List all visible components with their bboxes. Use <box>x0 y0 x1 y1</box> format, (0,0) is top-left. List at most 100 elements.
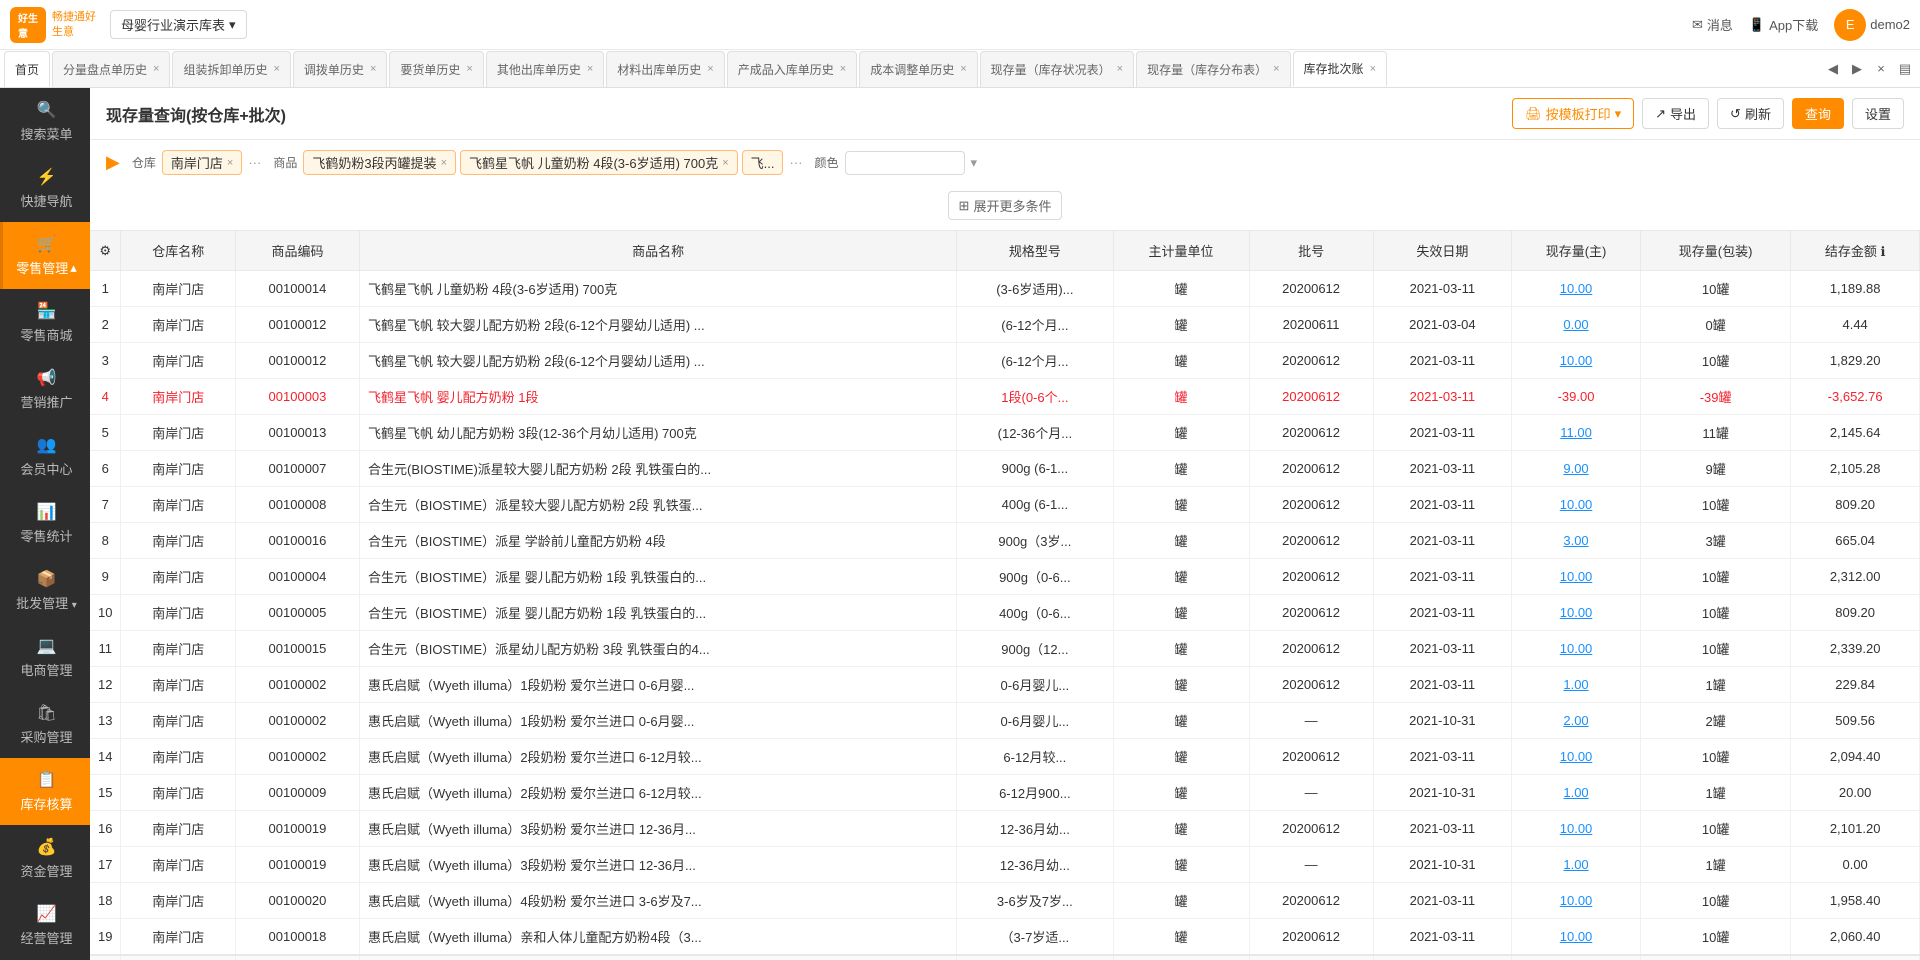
tab-6[interactable]: 材料出库单历史 × <box>606 51 724 87</box>
row-qty-main[interactable]: 10.00 <box>1512 883 1641 919</box>
tab-close-1[interactable]: × <box>153 63 159 75</box>
row-amount: 1,958.40 <box>1791 883 1920 919</box>
tab-close-10[interactable]: × <box>1273 63 1279 75</box>
tab-8[interactable]: 成本调整单历史 × <box>859 51 977 87</box>
sidebar-item-inventory[interactable]: 📋 库存核算 <box>0 758 90 825</box>
tab-4[interactable]: 要货单历史 × <box>389 51 483 87</box>
sidebar-item-ecommerce[interactable]: 💻 电商管理 <box>0 624 90 691</box>
row-qty-main[interactable]: 10.00 <box>1512 739 1641 775</box>
row-qty-main[interactable]: 1.00 <box>1512 847 1641 883</box>
sidebar-item-retail-stats[interactable]: 📊 零售统计 <box>0 490 90 557</box>
row-qty-main[interactable]: 0.00 <box>1512 307 1641 343</box>
row-batch: 20200612 <box>1249 487 1373 523</box>
tab-close-7[interactable]: × <box>840 63 846 75</box>
export-button[interactable]: ↗ 导出 <box>1642 98 1709 129</box>
color-input[interactable] <box>845 151 965 175</box>
user-menu[interactable]: E demo2 <box>1834 9 1910 41</box>
col-unit: 主计量单位 <box>1113 231 1249 271</box>
row-qty-main[interactable]: 10.00 <box>1512 595 1641 631</box>
tab-1[interactable]: 分量盘点单历史 × <box>52 51 170 87</box>
tab-menu-button[interactable]: ▤ <box>1894 58 1916 80</box>
app-download-button[interactable]: 📱 App下载 <box>1749 15 1818 34</box>
product-tag-2-remove[interactable]: × <box>722 157 728 169</box>
product-tag-1-text: 飞鹤奶粉3段丙罐提装 <box>312 153 436 172</box>
row-qty-main[interactable]: 10.00 <box>1512 811 1641 847</box>
sidebar-item-retail-shop[interactable]: 🏪 零售商城 <box>0 289 90 356</box>
tab-3[interactable]: 调拨单历史 × <box>293 51 387 87</box>
query-button[interactable]: 查询 <box>1792 98 1844 129</box>
sidebar-item-search[interactable]: 🔍 搜索菜单 <box>0 88 90 155</box>
col-qty-main: 现存量(主) <box>1512 231 1641 271</box>
tab-prev-button[interactable]: ◀ <box>1822 58 1844 80</box>
product-tag-1-remove[interactable]: × <box>441 157 447 169</box>
row-qty-pkg: 10罐 <box>1640 487 1790 523</box>
row-name: 合生元(BIOSTIME)派星较大婴儿配方奶粉 2段 乳铁蛋白的... <box>360 451 957 487</box>
store-selector[interactable]: 母婴行业演示库表 ▾ <box>110 10 247 39</box>
tab-close-3[interactable]: × <box>370 63 376 75</box>
warehouse-tag-remove[interactable]: × <box>227 157 233 169</box>
tab-10[interactable]: 现存量（库存分布表） × <box>1136 51 1290 87</box>
expand-arrow-icon[interactable]: ▶ <box>106 152 120 173</box>
row-unit: 罐 <box>1113 415 1249 451</box>
row-qty-main[interactable]: 10.00 <box>1512 343 1641 379</box>
print-button[interactable]: 🖨 按模板打印 ▾ <box>1512 98 1634 129</box>
row-batch: 20200612 <box>1249 559 1373 595</box>
tab-9[interactable]: 现存量（库存状况表） × <box>980 51 1134 87</box>
tab-close-all-button[interactable]: × <box>1870 58 1892 80</box>
row-qty-main[interactable]: 10.00 <box>1512 631 1641 667</box>
sidebar-item-ops[interactable]: 📈 经营管理 <box>0 892 90 959</box>
sidebar-item-wholesale[interactable]: 📦 批发管理 ▾ <box>0 557 90 624</box>
tab-close-2[interactable]: × <box>273 63 279 75</box>
tab-7[interactable]: 产成品入库单历史 × <box>727 51 857 87</box>
sidebar-item-nav[interactable]: ⚡ 快捷导航 <box>0 155 90 222</box>
message-button[interactable]: ✉ 消息 <box>1692 15 1733 34</box>
row-code: 00100016 <box>235 523 359 559</box>
sidebar-item-marketing[interactable]: 📢 营销推广 <box>0 356 90 423</box>
tab-home[interactable]: 首页 <box>4 51 50 87</box>
tab-11[interactable]: 库存批次账 × <box>1293 51 1387 87</box>
tab-close-4[interactable]: × <box>466 63 472 75</box>
summary-qty-main: 126.00 <box>1512 955 1641 960</box>
sidebar-item-retail-mgmt[interactable]: 🛒 零售管理 ▴ <box>0 222 90 289</box>
expand-conditions-button[interactable]: ⊞ 展开更多条件 <box>948 191 1063 220</box>
row-qty-main[interactable]: 10.00 <box>1512 487 1641 523</box>
row-qty-main[interactable]: 10.00 <box>1512 271 1641 307</box>
tab-close-6[interactable]: × <box>707 63 713 75</box>
purchase-icon: 🛍 <box>36 703 56 723</box>
row-qty-pkg: 10罐 <box>1640 271 1790 307</box>
row-no: 4 <box>90 379 121 415</box>
row-qty-main[interactable]: 10.00 <box>1512 559 1641 595</box>
row-qty-main[interactable]: 9.00 <box>1512 451 1641 487</box>
settings-button[interactable]: 设置 <box>1852 98 1904 129</box>
row-qty-main[interactable]: 2.00 <box>1512 703 1641 739</box>
row-qty-main[interactable]: 10.00 <box>1512 919 1641 956</box>
tab-close-11[interactable]: × <box>1370 63 1376 75</box>
sidebar-item-member[interactable]: 👥 会员中心 <box>0 423 90 490</box>
row-no: 11 <box>90 631 121 667</box>
row-qty-main[interactable]: 3.00 <box>1512 523 1641 559</box>
row-amount: 2,105.28 <box>1791 451 1920 487</box>
row-spec: 1段(0-6个... <box>957 379 1113 415</box>
row-amount: 2,094.40 <box>1791 739 1920 775</box>
row-qty-main[interactable]: -39.00 <box>1512 379 1641 415</box>
row-batch: 20200612 <box>1249 811 1373 847</box>
tab-close-5[interactable]: × <box>587 63 593 75</box>
tab-5[interactable]: 其他出库单历史 × <box>486 51 604 87</box>
row-qty-main[interactable]: 1.00 <box>1512 775 1641 811</box>
row-batch: 20200612 <box>1249 271 1373 307</box>
product-tag-2: 飞鹤星飞帆 儿童奶粉 4段(3-6岁适用) 700克 × <box>460 150 738 175</box>
tab-next-button[interactable]: ▶ <box>1846 58 1868 80</box>
row-qty-pkg: 10罐 <box>1640 631 1790 667</box>
summary-row: 合计126.0026,968.64 <box>90 955 1920 960</box>
sidebar-item-purchase[interactable]: 🛍 采购管理 <box>0 691 90 758</box>
row-qty-main[interactable]: 11.00 <box>1512 415 1641 451</box>
row-unit: 罐 <box>1113 379 1249 415</box>
tab-close-8[interactable]: × <box>960 63 966 75</box>
sidebar-item-finance[interactable]: 💰 资金管理 <box>0 825 90 892</box>
col-setting[interactable]: ⚙ <box>90 231 121 271</box>
tab-2[interactable]: 组装拆卸单历史 × <box>172 51 290 87</box>
refresh-button[interactable]: ↺ 刷新 <box>1717 98 1784 129</box>
table-row: 15南岸门店00100009惠氏启赋（Wyeth illuma）2段奶粉 爱尔兰… <box>90 775 1920 811</box>
row-qty-main[interactable]: 1.00 <box>1512 667 1641 703</box>
tab-close-9[interactable]: × <box>1117 63 1123 75</box>
